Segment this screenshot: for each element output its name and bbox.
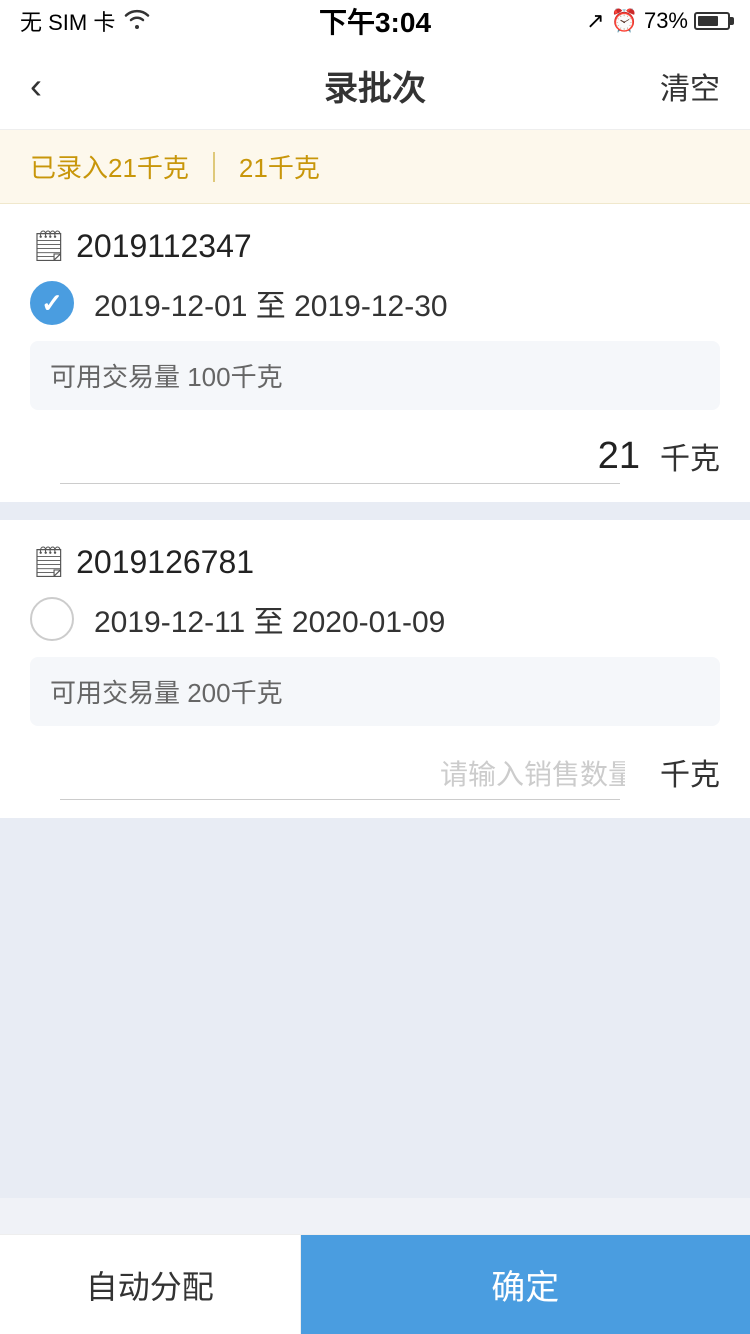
batch-id-row-1: 🗒 2019112347 (30, 228, 720, 265)
batch-date-row-2[interactable]: 2019-12-11 至 2020-01-09 (30, 597, 720, 641)
info-banner: 已录入21千克 21千克 (0, 130, 750, 204)
recorded-label: 已录入21千克 (30, 148, 189, 185)
radio-button-1[interactable] (30, 281, 74, 325)
confirm-button[interactable]: 确定 (301, 1235, 750, 1334)
batch-item-2: 🗒 2019126781 2019-12-11 至 2020-01-09 可用交… (0, 520, 750, 818)
batch-id-row-2: 🗒 2019126781 (30, 544, 720, 581)
status-bar: 无 SIM 卡 下午3:04 ↗ ⏰ 73% (0, 0, 750, 42)
footer: 自动分配 确定 (0, 1234, 750, 1334)
wifi-icon (123, 7, 151, 35)
batch-date-text-2: 2019-12-11 至 2020-01-09 (94, 597, 445, 641)
status-left: 无 SIM 卡 (20, 5, 151, 37)
bottom-area (0, 818, 750, 1198)
auto-distribute-button[interactable]: 自动分配 (0, 1235, 301, 1334)
batch-date-row-1[interactable]: 2019-12-01 至 2019-12-30 (30, 281, 720, 325)
quantity-row-1: 21 千克 (0, 410, 750, 502)
section-gap (0, 502, 750, 520)
quantity-value-1: 21 (598, 435, 640, 478)
available-box-1: 可用交易量 100千克 (30, 341, 720, 410)
nav-bar: ‹ 录批次 清空 (0, 42, 750, 130)
batch-item-1: 🗒 2019112347 2019-12-01 至 2019-12-30 可用交… (0, 204, 750, 502)
quantity-underline-1 (60, 483, 620, 484)
alarm-icon: ⏰ (611, 8, 638, 34)
radio-button-2[interactable] (30, 597, 74, 641)
battery-percent: 73% (644, 8, 688, 34)
quantity-input-2[interactable] (440, 751, 640, 794)
status-right: ↗ ⏰ 73% (586, 8, 730, 34)
info-divider (213, 152, 215, 182)
location-icon: ↗ (586, 8, 604, 34)
page-title: 录批次 (324, 61, 426, 110)
status-time: 下午3:04 (319, 1, 431, 41)
batch-id-text-2: 2019126781 (76, 544, 254, 581)
quantity-unit-1: 千克 (660, 434, 720, 478)
carrier-text: 无 SIM 卡 (20, 5, 115, 37)
batch-id-text-1: 2019112347 (76, 228, 252, 265)
available-box-2: 可用交易量 200千克 (30, 657, 720, 726)
batch-doc-icon-2: 🗒 (30, 545, 68, 580)
quantity-underline-2 (60, 799, 620, 800)
recorded-value: 21千克 (239, 148, 320, 185)
batch-date-text-1: 2019-12-01 至 2019-12-30 (94, 281, 448, 325)
clear-button[interactable]: 清空 (660, 64, 720, 108)
back-button[interactable]: ‹ (30, 65, 90, 107)
quantity-row-2: 千克 (0, 726, 750, 818)
batch-doc-icon-1: 🗒 (30, 229, 68, 264)
battery-icon (694, 12, 730, 30)
quantity-unit-2: 千克 (660, 750, 720, 794)
